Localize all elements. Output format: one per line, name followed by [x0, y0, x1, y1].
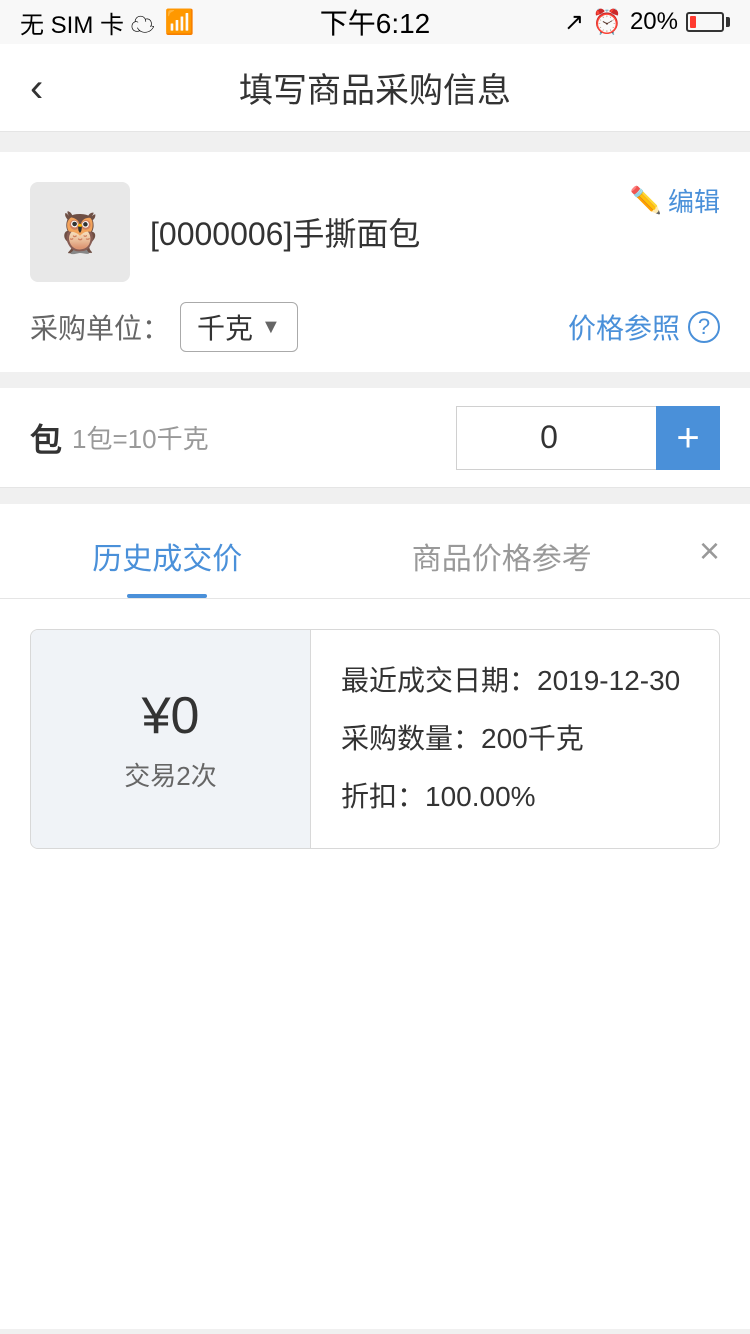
- recent-date-label: 最近成交日期：: [341, 665, 537, 696]
- status-bar: 无 SIM 卡 ☁ 📶 下午6:12 ↗ ⏰ 20%: [0, 0, 750, 44]
- quantity-control: +: [456, 406, 720, 470]
- recent-date-row: 最近成交日期：2019-12-30: [341, 660, 689, 702]
- purchase-quantity-value: 200千克: [481, 723, 584, 754]
- discount-row: 折扣：100.00%: [341, 776, 689, 818]
- back-button[interactable]: ‹: [30, 68, 43, 108]
- price-ref-button[interactable]: 价格参照 ?: [568, 307, 720, 347]
- quantity-input[interactable]: [456, 406, 656, 470]
- product-name: [0000006]手撕面包: [150, 209, 420, 255]
- price-card-right: 最近成交日期：2019-12-30 采购数量：200千克 折扣：100.00%: [311, 630, 719, 848]
- product-left: 🦉 [0000006]手撕面包: [30, 182, 420, 282]
- recent-date-value: 2019-12-30: [537, 665, 680, 696]
- discount-label: 折扣：: [341, 781, 425, 812]
- unit-value: 千克: [197, 307, 253, 347]
- quantity-plus-button[interactable]: +: [656, 406, 720, 470]
- product-section: 🦉 [0000006]手撕面包 ✏️ 编辑 采购单位： 千克 ▼ 价格参照 ?: [0, 152, 750, 372]
- status-time: 下午6:12: [320, 2, 431, 42]
- tabs-section: 历史成交价 商品价格参考 × ¥0 交易2次 最近成交日期：2019-12-30…: [0, 504, 750, 1329]
- tab-product-price-ref-label: 商品价格参考: [412, 543, 592, 576]
- edit-icon: ✏️: [630, 185, 662, 216]
- signal-text: 无 SIM 卡 ☁: [20, 5, 155, 40]
- quantity-unit-info: 包 1包=10千克: [30, 415, 209, 461]
- unit-description: 1包=10千克: [72, 419, 209, 456]
- unit-select-row: 采购单位： 千克 ▼: [30, 302, 298, 352]
- discount-value: 100.00%: [425, 781, 536, 812]
- price-card: ¥0 交易2次 最近成交日期：2019-12-30 采购数量：200千克 折扣：…: [30, 629, 720, 849]
- edit-label: 编辑: [668, 182, 720, 219]
- status-right: ↗ ⏰ 20%: [564, 8, 730, 37]
- price-value: 0: [171, 687, 200, 745]
- currency-symbol: ¥: [142, 687, 171, 745]
- price-card-left: ¥0 交易2次: [31, 630, 311, 848]
- price-transactions: 交易2次: [124, 756, 216, 793]
- product-unit-row: 采购单位： 千克 ▼ 价格参照 ?: [30, 302, 720, 352]
- wifi-icon: 📶: [165, 8, 195, 37]
- section-divider: [0, 372, 750, 388]
- tab-history-price-label: 历史成交价: [92, 543, 242, 576]
- tab-close-button[interactable]: ×: [669, 510, 750, 592]
- status-left: 无 SIM 卡 ☁ 📶: [20, 5, 195, 40]
- battery-icon: [686, 12, 730, 32]
- edit-button[interactable]: ✏️ 编辑: [630, 182, 720, 219]
- price-amount: ¥0: [142, 686, 200, 746]
- tab-product-price-ref[interactable]: 商品价格参考: [334, 504, 668, 598]
- product-image: 🦉: [30, 182, 130, 282]
- dropdown-arrow-icon: ▼: [261, 316, 281, 339]
- unit-label: 采购单位：: [30, 307, 170, 347]
- help-icon: ?: [688, 311, 720, 343]
- product-thumbnail-icon: 🦉: [55, 209, 105, 256]
- quantity-section: 包 1包=10千克 +: [0, 388, 750, 488]
- unit-select-dropdown[interactable]: 千克 ▼: [180, 302, 298, 352]
- unit-badge: 包: [30, 415, 62, 461]
- tab-history-price[interactable]: 历史成交价: [0, 504, 334, 598]
- battery-percent: 20%: [630, 8, 678, 36]
- product-header: 🦉 [0000006]手撕面包 ✏️ 编辑: [30, 182, 720, 282]
- tab-content: ¥0 交易2次 最近成交日期：2019-12-30 采购数量：200千克 折扣：…: [0, 629, 750, 1329]
- close-icon: ×: [699, 530, 720, 572]
- purchase-quantity-row: 采购数量：200千克: [341, 718, 689, 760]
- location-icon: ↗: [564, 8, 584, 37]
- tabs-header: 历史成交价 商品价格参考 ×: [0, 504, 750, 599]
- page-title: 填写商品采购信息: [239, 63, 511, 112]
- purchase-quantity-label: 采购数量：: [341, 723, 481, 754]
- price-ref-label: 价格参照: [568, 307, 680, 347]
- nav-bar: ‹ 填写商品采购信息: [0, 44, 750, 132]
- alarm-icon: ⏰: [592, 8, 622, 37]
